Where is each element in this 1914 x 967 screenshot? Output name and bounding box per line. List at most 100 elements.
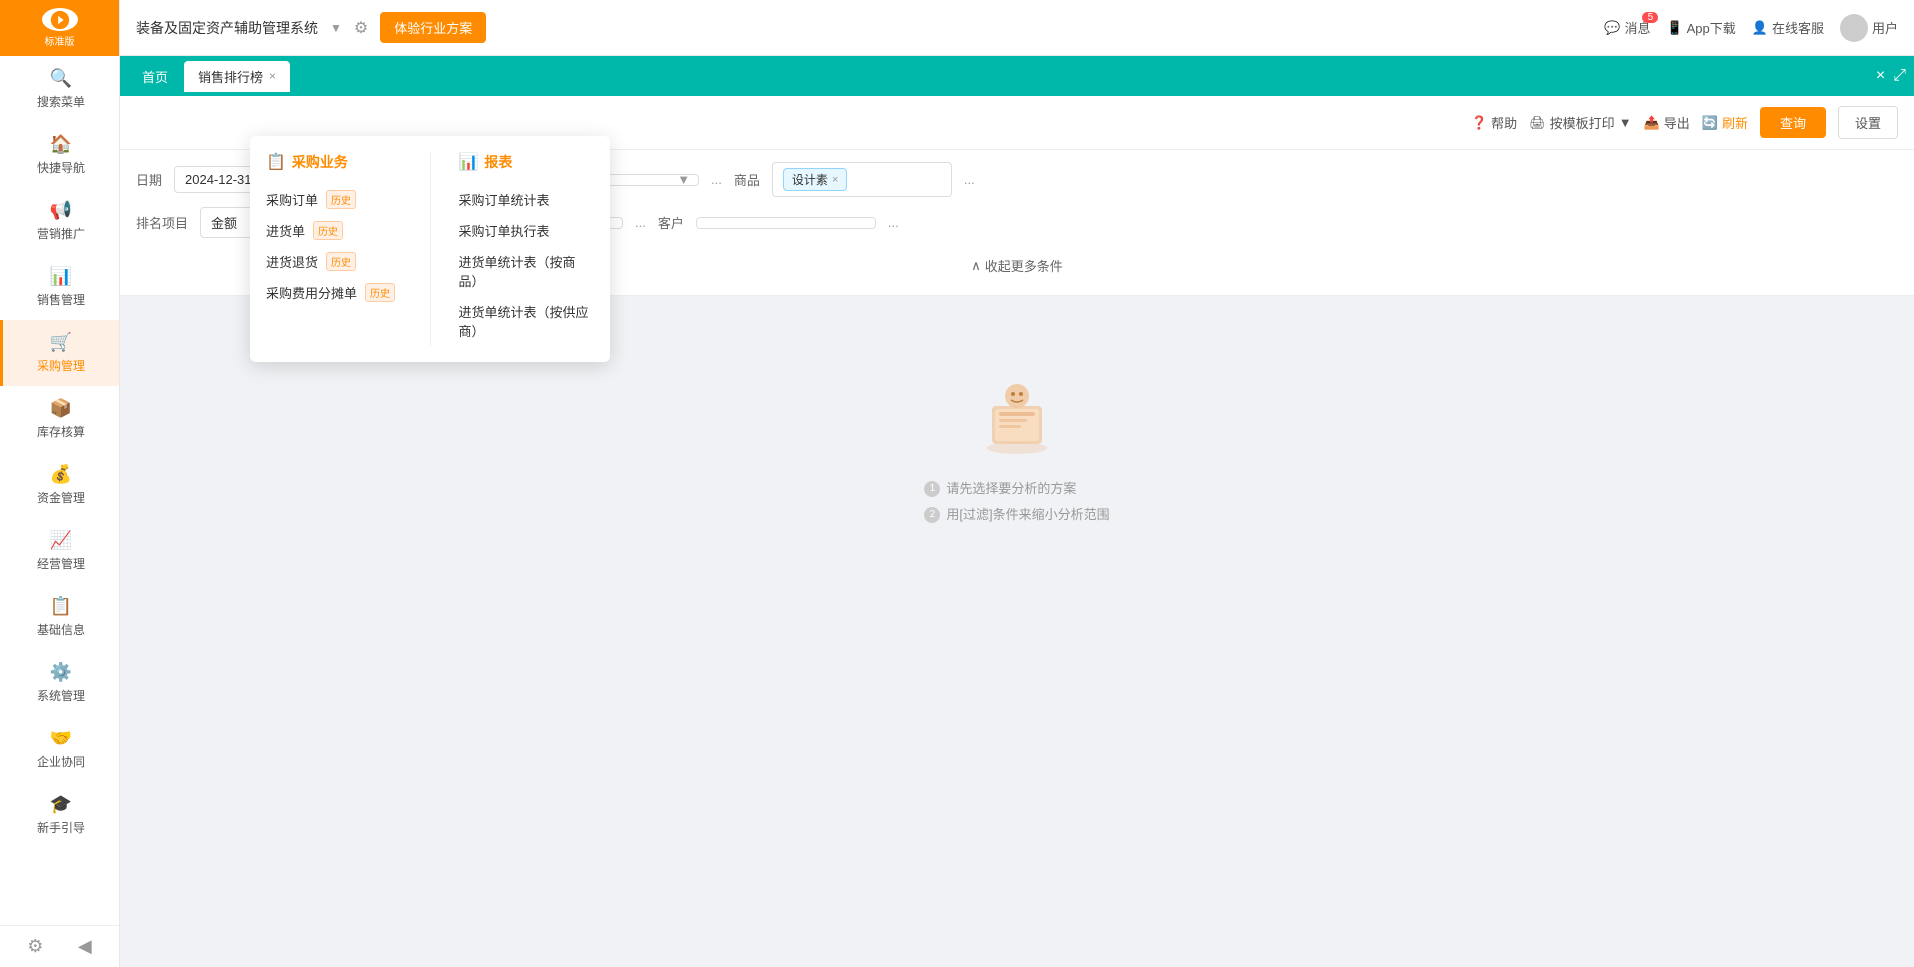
collapse-btn[interactable]: ∧ 收起更多条件 xyxy=(963,248,1071,283)
service-icon: 👤 xyxy=(1752,20,1768,36)
goods-tag-text: 设计素 xyxy=(792,171,828,188)
header-gear-icon[interactable]: ⚙ xyxy=(354,18,368,38)
customer-input[interactable] xyxy=(696,217,876,229)
home-icon: 🏠 xyxy=(50,134,72,155)
rank-label: 排名项目 xyxy=(136,213,188,232)
sidebar-item-basic[interactable]: 📋 基础信息 xyxy=(0,584,119,650)
sidebar-item-search[interactable]: 🔍 搜索菜单 xyxy=(0,56,119,122)
refresh-btn[interactable]: 🔄 刷新 xyxy=(1702,113,1748,132)
purchase-icon: 🛒 xyxy=(50,332,72,353)
sidebar-menu: 🔍 搜索菜单 🏠 快捷导航 📢 营销推广 📊 销售管理 🛒 采购管理 📦 xyxy=(0,56,119,925)
menu-item-inbound-stat-goods[interactable]: 进货单统计表（按商品） xyxy=(459,246,595,296)
collapse-up-icon: ∧ xyxy=(971,258,981,274)
close-window-icon[interactable]: × xyxy=(1876,67,1885,85)
help-btn[interactable]: ❓ 帮助 xyxy=(1471,113,1517,132)
return-history-badge: 历史 xyxy=(326,252,356,271)
menu-item-purchase-order[interactable]: 采购订单 历史 xyxy=(266,184,402,215)
purchase-order-history-badge: 历史 xyxy=(326,190,356,209)
industry-btn[interactable]: 体验行业方案 xyxy=(380,12,486,43)
system-icon: ⚙️ xyxy=(50,662,72,683)
sidebar-item-finance[interactable]: 💰 资金管理 xyxy=(0,452,119,518)
tip1-text: 请先选择要分析的方案 xyxy=(946,476,1076,502)
tab-close-icon[interactable]: × xyxy=(269,69,276,83)
phone-icon: 📱 xyxy=(1666,20,1682,36)
purchase-section-title: 📋 采购业务 xyxy=(266,152,402,172)
system-title: 装备及固定资产辅助管理系统 xyxy=(136,18,318,38)
sidebar-item-sales[interactable]: 📊 销售管理 xyxy=(0,254,119,320)
menu-item-inbound[interactable]: 进货单 历史 xyxy=(266,215,402,246)
help-icon: ❓ xyxy=(1471,115,1487,131)
content-area: ❓ 帮助 🖨 按模板打印 ▼ 📤 导出 🔄 刷新 查询 设置 xyxy=(120,96,1914,967)
basic-icon: 📋 xyxy=(50,596,72,617)
tab-home[interactable]: 首页 xyxy=(128,61,182,92)
settings-btn[interactable]: 设置 xyxy=(1838,106,1898,139)
sidebar-label-inventory: 库存核算 xyxy=(37,423,85,440)
sidebar-logo: 标准版 xyxy=(0,0,119,56)
menu-item-expense[interactable]: 采购费用分摊单 历史 xyxy=(266,277,402,308)
main-content: 装备及固定资产辅助管理系统 ▼ ⚙ 体验行业方案 💬 消息 5 📱 App下载 … xyxy=(120,0,1914,967)
expense-history-badge: 历史 xyxy=(365,283,395,302)
collapse-sidebar-btn[interactable]: ◀ xyxy=(78,936,92,957)
help-label: 帮助 xyxy=(1491,113,1517,132)
logo-icon xyxy=(42,8,78,31)
tip-num-2: 2 xyxy=(924,507,940,523)
online-service-btn[interactable]: 👤 在线客服 xyxy=(1752,18,1824,37)
service-label: 在线客服 xyxy=(1772,18,1824,37)
report-section-label: 报表 xyxy=(484,152,512,172)
menu-item-inbound-stat-supplier[interactable]: 进货单统计表（按供应商） xyxy=(459,296,595,346)
sidebar-item-quick[interactable]: 🏠 快捷导航 xyxy=(0,122,119,188)
sidebar-label-search: 搜索菜单 xyxy=(37,93,85,110)
sidebar-item-inventory[interactable]: 📦 库存核算 xyxy=(0,386,119,452)
sidebar-item-purchase[interactable]: 🛒 采购管理 xyxy=(0,320,119,386)
sidebar-label-operation: 经营管理 xyxy=(37,555,85,572)
guide-icon: 🎓 xyxy=(50,794,72,815)
sidebar-item-system[interactable]: ⚙️ 系统管理 xyxy=(0,650,119,716)
print-btn[interactable]: 🖨 按模板打印 ▼ xyxy=(1529,113,1631,132)
corp-icon: 🤝 xyxy=(50,728,72,749)
salesperson-dots[interactable]: ... xyxy=(635,215,646,230)
sidebar-label-basic: 基础信息 xyxy=(37,621,85,638)
rank-value: 金额 xyxy=(211,213,237,232)
avatar xyxy=(1840,14,1868,42)
header: 装备及固定资产辅助管理系统 ▼ ⚙ 体验行业方案 💬 消息 5 📱 App下载 … xyxy=(120,0,1914,56)
sidebar-label-quick: 快捷导航 xyxy=(37,159,85,176)
user-btn[interactable]: 用户 xyxy=(1840,14,1898,42)
goods-dots[interactable]: ... xyxy=(964,172,975,187)
message-icon: 💬 xyxy=(1604,20,1620,36)
status-dots[interactable]: ... xyxy=(711,172,722,187)
menu-item-purchase-order-exec[interactable]: 采购订单执行表 xyxy=(459,215,595,246)
print-dropdown-icon[interactable]: ▼ xyxy=(1619,115,1632,130)
message-btn[interactable]: 💬 消息 5 xyxy=(1604,18,1650,37)
date-label: 日期 xyxy=(136,170,162,189)
fullscreen-icon[interactable]: ⤢ xyxy=(1893,67,1906,85)
tip-num-1: 1 xyxy=(924,481,940,497)
export-label: 导出 xyxy=(1664,113,1690,132)
collapse-label: 收起更多条件 xyxy=(985,256,1063,275)
app-download-btn[interactable]: 📱 App下载 xyxy=(1666,18,1735,37)
settings-bottom-btn[interactable]: ⚙ xyxy=(27,936,43,957)
sidebar-item-operation[interactable]: 📈 经营管理 xyxy=(0,518,119,584)
report-section: 📊 报表 采购订单统计表 采购订单执行表 进货单统计表（按商品） 进货单统计表（… xyxy=(459,152,595,346)
user-label: 用户 xyxy=(1872,18,1898,37)
print-label: 按模板打印 xyxy=(1550,113,1615,132)
logo-text: 标准版 xyxy=(45,33,75,48)
print-icon: 🖨 xyxy=(1529,115,1546,131)
export-btn[interactable]: 📤 导出 xyxy=(1644,113,1690,132)
sidebar-item-corp[interactable]: 🤝 企业协同 xyxy=(0,716,119,782)
goods-input[interactable]: 设计素 × xyxy=(772,162,952,197)
expense-label: 采购费用分摊单 xyxy=(266,283,357,302)
purchase-order-label: 采购订单 xyxy=(266,190,318,209)
menu-divider xyxy=(430,152,431,346)
sidebar-label-purchase: 采购管理 xyxy=(37,357,85,374)
goods-tag-close-icon[interactable]: × xyxy=(832,174,838,186)
menu-item-purchase-order-stat[interactable]: 采购订单统计表 xyxy=(459,184,595,215)
menu-item-return[interactable]: 进货退货 历史 xyxy=(266,246,402,277)
system-dropdown-icon[interactable]: ▼ xyxy=(330,21,342,35)
customer-dots[interactable]: ... xyxy=(888,215,899,230)
app-label: App下载 xyxy=(1687,18,1736,37)
tab-sales-rank[interactable]: 销售排行榜 × xyxy=(184,61,290,92)
report-section-title: 📊 报表 xyxy=(459,152,595,172)
sidebar-item-marketing[interactable]: 📢 营销推广 xyxy=(0,188,119,254)
query-btn[interactable]: 查询 xyxy=(1760,107,1826,138)
sidebar-item-guide[interactable]: 🎓 新手引导 xyxy=(0,782,119,848)
